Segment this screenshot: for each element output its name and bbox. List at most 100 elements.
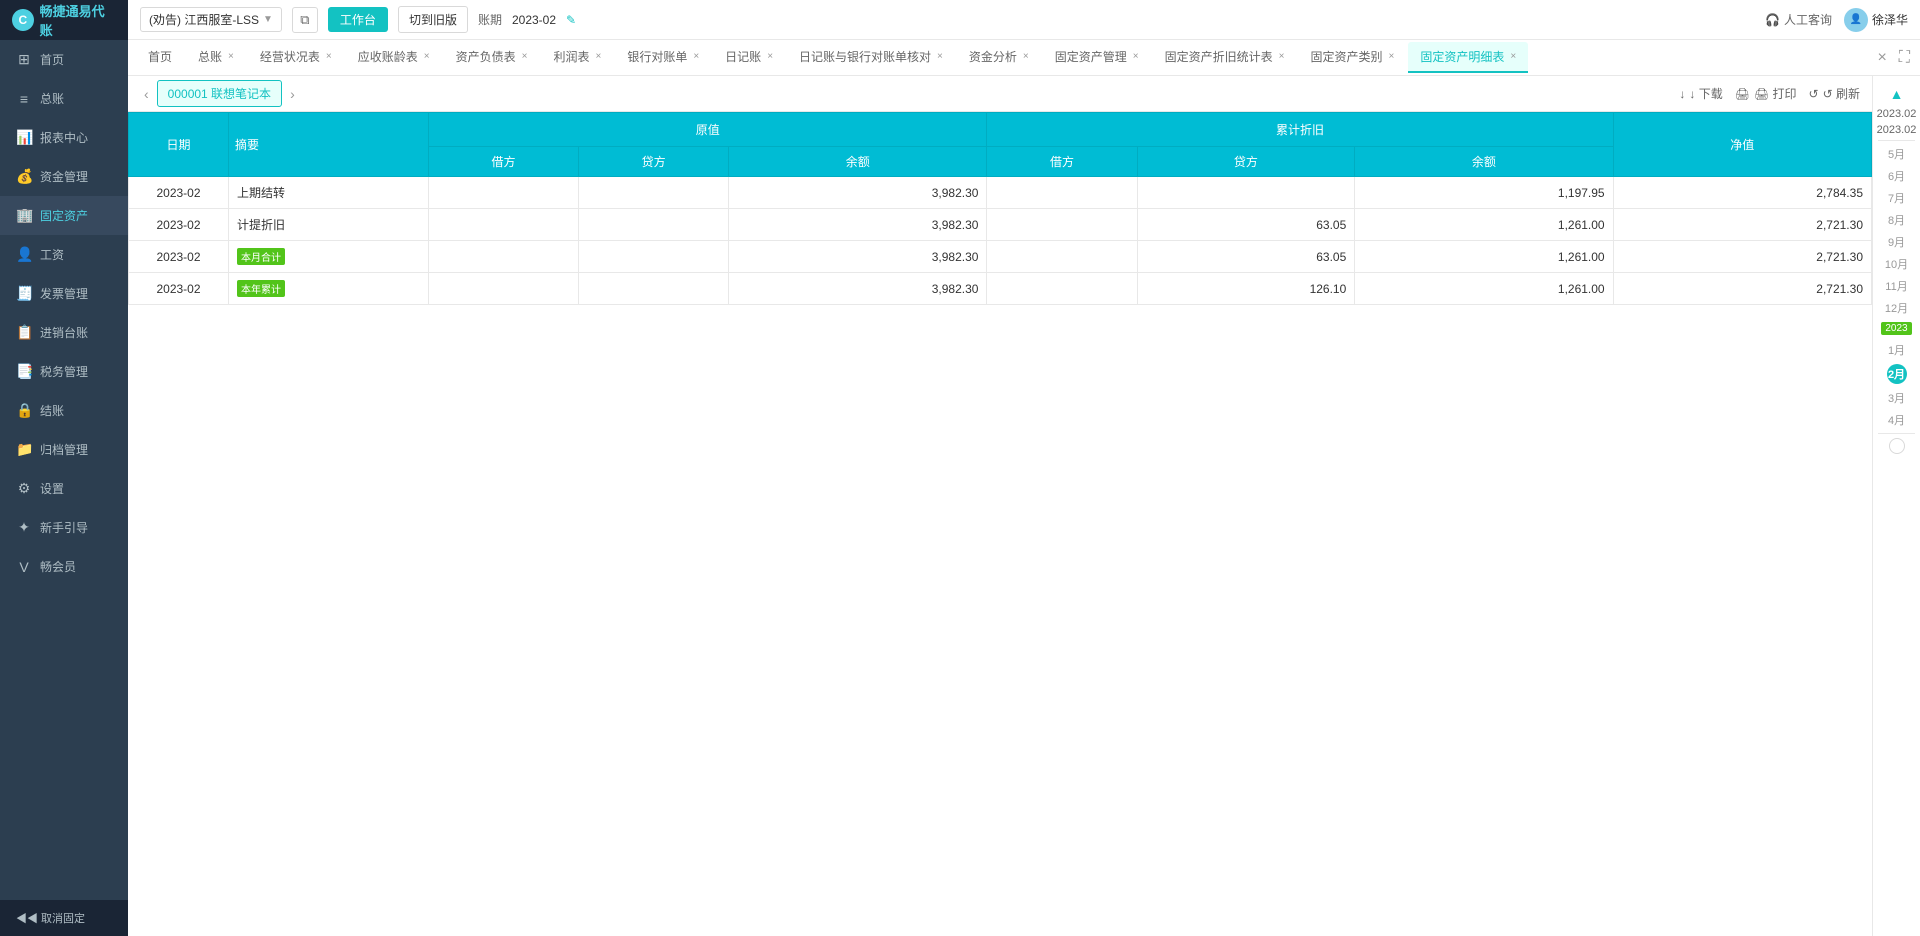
sidebar-unpin-label: ◀◀ 取消固定 (16, 910, 85, 926)
tab-receivable-close[interactable]: × (424, 51, 430, 62)
cell-acc-credit: 63.05 (1137, 209, 1355, 241)
tab-fixed-mgmt-close[interactable]: × (1133, 51, 1139, 62)
tab-fixed-detail[interactable]: 固定资产明细表 × (1408, 42, 1528, 73)
tab-fullscreen-button[interactable]: ⛶ (1897, 47, 1912, 69)
tab-fixed-category[interactable]: 固定资产类别 × (1298, 42, 1406, 73)
tab-receivable[interactable]: 应收账龄表 × (346, 42, 442, 73)
payroll-icon: 👤 (16, 246, 32, 263)
tab-fund-analysis[interactable]: 资金分析 × (957, 42, 1041, 73)
tab-home[interactable]: 首页 (136, 42, 184, 73)
tab-jbc-label: 日记账与银行对账单核对 (799, 48, 931, 65)
timeline-5[interactable]: 5月 (1873, 143, 1920, 165)
cell-acc-balance: 1,261.00 (1355, 241, 1613, 273)
print-button[interactable]: 🖨 🖨 打印 (1735, 85, 1797, 102)
timeline-12[interactable]: 12月 (1873, 297, 1920, 319)
sub-tab-next[interactable]: › (286, 86, 299, 102)
tab-ledger[interactable]: 总账 × (186, 42, 246, 73)
tab-journal-bank-check[interactable]: 日记账与银行对账单核对 × (787, 42, 955, 73)
sidebar-item-fixed-assets[interactable]: 🏢 固定资产 (0, 196, 128, 235)
sidebar-unpin-button[interactable]: ◀◀ 取消固定 (0, 900, 128, 936)
timeline-apr[interactable]: 4月 (1873, 409, 1920, 431)
sidebar-item-home[interactable]: ⊞ 首页 (0, 40, 128, 79)
timeline-10[interactable]: 10月 (1873, 253, 1920, 275)
sidebar-item-label: 资金管理 (40, 168, 88, 185)
cell-acc-debit (987, 273, 1137, 305)
tab-fixed-dep-close[interactable]: × (1279, 51, 1285, 62)
tab-balance-label: 资产负债表 (456, 48, 516, 65)
tab-profit[interactable]: 利润表 × (541, 42, 613, 73)
sidebar-item-funds[interactable]: 💰 资金管理 (0, 157, 128, 196)
tab-management[interactable]: 经营状况表 × (248, 42, 344, 73)
archive-icon: 📁 (16, 441, 32, 458)
copy-button[interactable]: ⧉ (292, 7, 318, 33)
tab-journal-close[interactable]: × (767, 51, 773, 62)
tab-fund-label: 资金分析 (969, 48, 1017, 65)
timeline-8[interactable]: 8月 (1873, 209, 1920, 231)
header-orig-debit: 借方 (429, 147, 579, 177)
sub-tab-prev[interactable]: ‹ (140, 86, 153, 102)
fixed-assets-icon: 🏢 (16, 207, 32, 224)
header-summary: 摘要 (229, 113, 429, 177)
sidebar-item-close-account[interactable]: 🔒 结账 (0, 391, 128, 430)
user-info[interactable]: 👤 徐泽华 (1844, 8, 1908, 32)
workbench-button[interactable]: 工作台 (328, 7, 388, 32)
human-service-button[interactable]: 🎧 人工客询 (1765, 11, 1832, 28)
timeline-7[interactable]: 7月 (1873, 187, 1920, 209)
timeline-11[interactable]: 11月 (1873, 275, 1920, 297)
tab-profit-close[interactable]: × (595, 51, 601, 62)
period-label: 账期 (478, 11, 502, 28)
timeline-jan[interactable]: 1月 (1873, 339, 1920, 361)
sidebar-item-invoice[interactable]: 🧾 发票管理 (0, 274, 128, 313)
tab-balance-close[interactable]: × (522, 51, 528, 62)
sidebar-item-settings[interactable]: ⚙ 设置 (0, 469, 128, 508)
cell-date: 2023-02 (129, 177, 229, 209)
human-service-label: 人工客询 (1784, 11, 1832, 28)
tab-fixed-mgmt[interactable]: 固定资产管理 × (1043, 42, 1151, 73)
timeline-6[interactable]: 6月 (1873, 165, 1920, 187)
tab-management-label: 经营状况表 (260, 48, 320, 65)
sales-icon: 📋 (16, 324, 32, 341)
topbar: (劝告) 江西服室-LSS ▼ ⧉ 工作台 切到旧版 账期 2023-02 ✎ … (128, 0, 1920, 40)
sidebar-item-ledger[interactable]: ≡ 总账 (0, 79, 128, 118)
sidebar-item-label: 归档管理 (40, 441, 88, 458)
sidebar-item-tax[interactable]: 📑 税务管理 (0, 352, 128, 391)
tab-management-close[interactable]: × (326, 51, 332, 62)
cell-orig-credit (579, 241, 729, 273)
download-icon: ↓ (1679, 87, 1685, 101)
sidebar-item-member[interactable]: V 畅会员 (0, 547, 128, 586)
sidebar-item-reports[interactable]: 📊 报表中心 (0, 118, 128, 157)
tab-balance-sheet[interactable]: 资产负债表 × (444, 42, 540, 73)
cell-summary: 本月合计 (229, 241, 429, 273)
tab-jbc-close[interactable]: × (937, 51, 943, 62)
header-orig-balance: 余额 (729, 147, 987, 177)
timeline-feb-current[interactable]: 2月 (1873, 361, 1920, 387)
tab-bank-close[interactable]: × (693, 51, 699, 62)
download-button[interactable]: ↓ ↓ 下载 (1679, 85, 1722, 102)
timeline-9[interactable]: 9月 (1873, 231, 1920, 253)
tab-close-all-button[interactable]: × (1875, 47, 1888, 69)
inner-content: ‹ 000001 联想笔记本 › ↓ ↓ 下载 🖨 🖨 打印 ↺ (128, 76, 1872, 936)
company-dropdown-arrow: ▼ (263, 14, 273, 25)
sidebar-item-sales[interactable]: 📋 进销台账 (0, 313, 128, 352)
tab-journal[interactable]: 日记账 × (713, 42, 785, 73)
cell-acc-debit (987, 177, 1137, 209)
timeline-scroll-up[interactable]: ▲ (1886, 82, 1908, 106)
sidebar-item-archive[interactable]: 📁 归档管理 (0, 430, 128, 469)
tab-fixed-depreciation[interactable]: 固定资产折旧统计表 × (1153, 42, 1297, 73)
main-area: (劝告) 江西服室-LSS ▼ ⧉ 工作台 切到旧版 账期 2023-02 ✎ … (128, 0, 1920, 936)
tab-fixed-cat-close[interactable]: × (1388, 51, 1394, 62)
refresh-button[interactable]: ↺ ↺ 刷新 (1809, 85, 1860, 102)
sidebar-item-guide[interactable]: ✦ 新手引导 (0, 508, 128, 547)
tab-fixed-detail-close[interactable]: × (1510, 51, 1516, 62)
sub-tab-asset-001[interactable]: 000001 联想笔记本 (157, 80, 282, 107)
sidebar-item-payroll[interactable]: 👤 工资 (0, 235, 128, 274)
timeline-year-badge: 2023 (1881, 322, 1911, 335)
old-version-button[interactable]: 切到旧版 (398, 6, 468, 33)
company-selector[interactable]: (劝告) 江西服室-LSS ▼ (140, 7, 282, 32)
tab-ledger-close[interactable]: × (228, 51, 234, 62)
timeline-mar[interactable]: 3月 (1873, 387, 1920, 409)
period-edit-icon[interactable]: ✎ (566, 13, 576, 27)
tab-bank-statement[interactable]: 银行对账单 × (615, 42, 711, 73)
invoice-icon: 🧾 (16, 285, 32, 302)
tab-fund-close[interactable]: × (1023, 51, 1029, 62)
